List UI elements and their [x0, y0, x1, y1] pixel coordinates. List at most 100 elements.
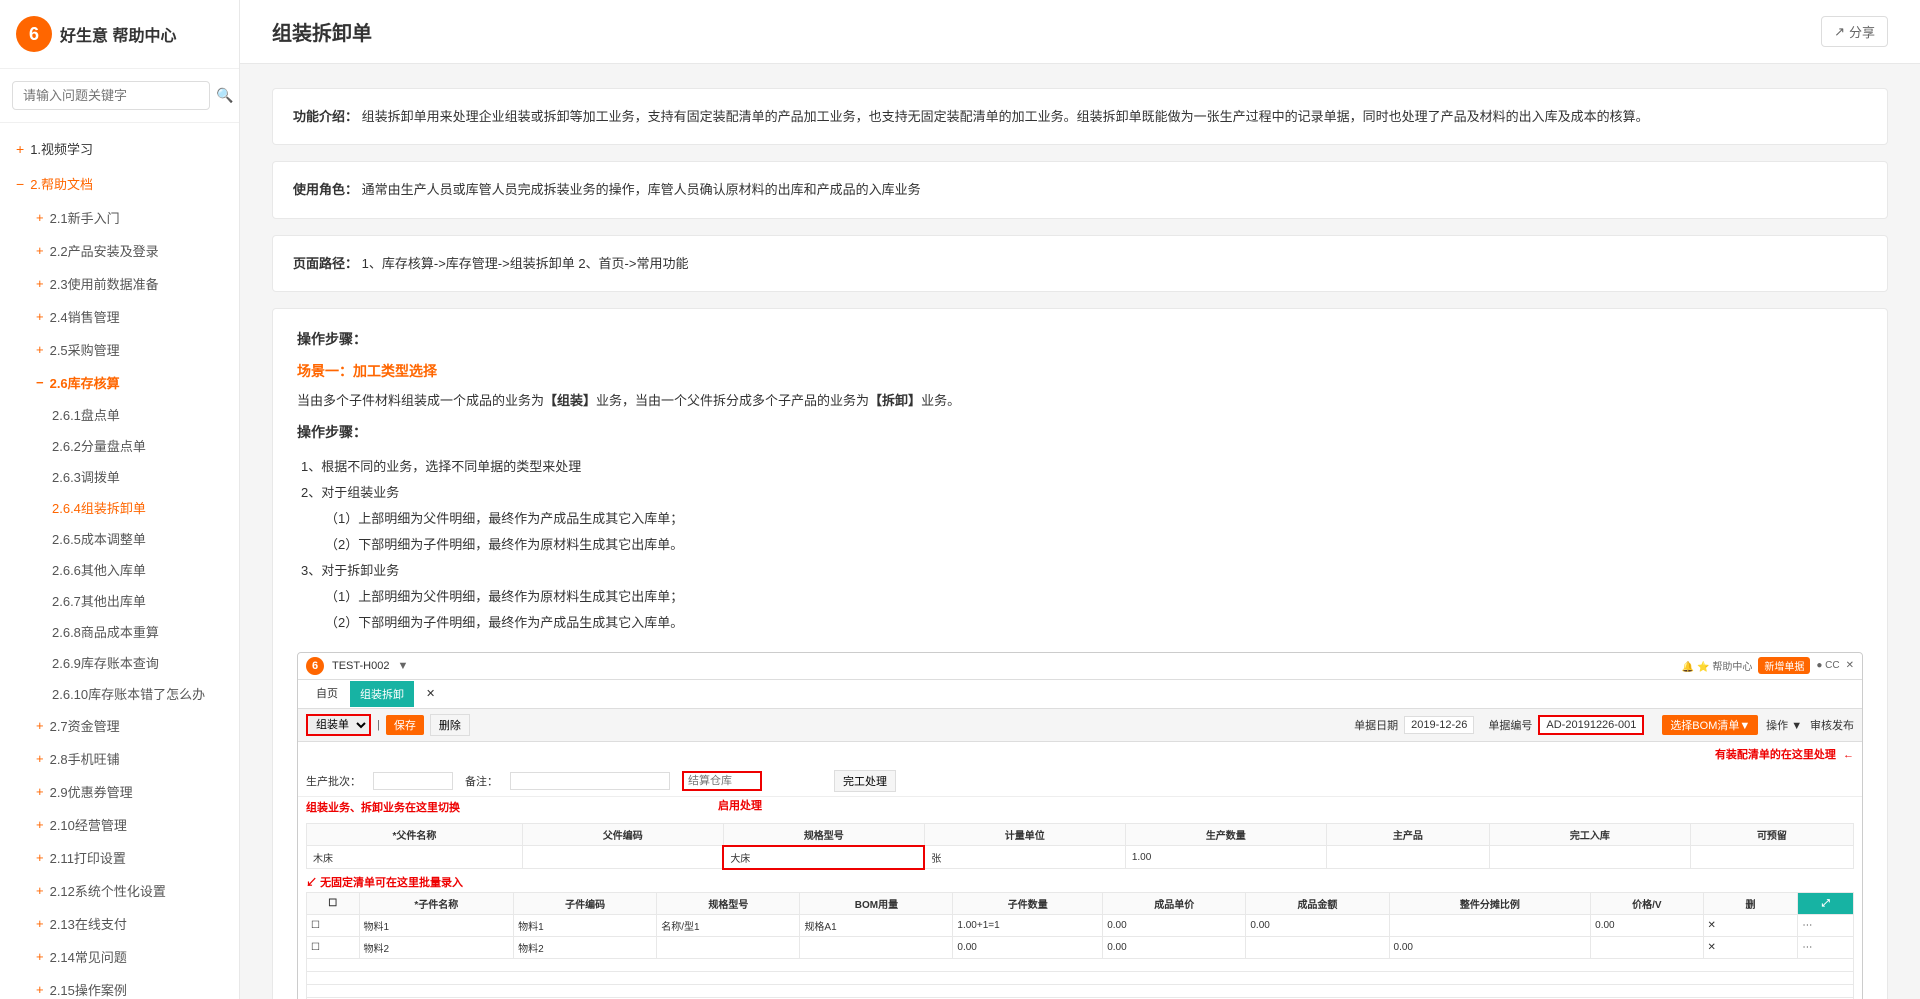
- sidebar-item-s24[interactable]: + 2.4销售管理: [20, 300, 239, 333]
- sidebar-item-videos[interactable]: + 1.视频学习: [0, 131, 239, 166]
- search-area[interactable]: 🔍: [0, 69, 239, 123]
- sidebar-item-s210[interactable]: + 2.10经营管理: [20, 808, 239, 841]
- nav-tab-close[interactable]: ✕: [416, 682, 445, 705]
- scenario1-title: 场景一：加工类型选择: [297, 361, 1863, 381]
- search-icon[interactable]: 🔍: [216, 87, 233, 104]
- sidebar-item-s2610[interactable]: 2.6.10库存账本错了怎么办: [36, 678, 239, 709]
- app-new-btn[interactable]: 新增单据: [1758, 657, 1810, 674]
- path-text: 1、库存核算->库存管理->组装拆卸单 2、首页->常用功能: [362, 256, 689, 271]
- td-child-qty-1[interactable]: 1.00+1=1: [953, 914, 1103, 936]
- sidebar-item-s25-label: 2.5采购管理: [50, 340, 120, 359]
- th-child-name: *子件名称: [359, 892, 514, 914]
- td-parent-name[interactable]: 木床: [307, 846, 523, 869]
- plus-icon: +: [16, 141, 24, 157]
- step3-sub2: （2）下部明细为子件明细，最终作为产成品生成其它入库单。: [301, 610, 1863, 636]
- sidebar-item-s22[interactable]: + 2.2产品安装及登录: [20, 234, 239, 267]
- td-parent-qty[interactable]: 1.00: [1125, 846, 1326, 869]
- sidebar-item-s23[interactable]: + 2.3使用前数据准备: [20, 267, 239, 300]
- toolbar-save-btn[interactable]: 保存: [386, 715, 424, 735]
- func-intro-text: 组装拆卸单用来处理企业组装或拆卸等加工业务，支持有固定装配清单的产品加工业务，也…: [362, 109, 1649, 124]
- main-area: 组装拆卸单 ↗ 分享 功能介绍： 组装拆卸单用来处理企业组装或拆卸等加工业务，支…: [240, 0, 1920, 999]
- sidebar-item-s211[interactable]: + 2.11打印设置: [20, 841, 239, 874]
- table-row: [307, 984, 1854, 997]
- form-no-val[interactable]: AD-20191226-001: [1538, 715, 1644, 735]
- sidebar-item-s265[interactable]: 2.6.5成本调整单: [36, 523, 239, 554]
- th-child-expand[interactable]: ⤢: [1798, 892, 1854, 914]
- table-row: ☐ 物料1 物料1 名称/型1 规格A1 1.00+1=1 0.00 0.00 …: [307, 914, 1854, 936]
- docs-sub-items: + 2.1新手入门 + 2.2产品安装及登录 + 2.3使用前数据准备 + 2.…: [0, 201, 239, 999]
- sidebar-item-s21[interactable]: + 2.1新手入门: [20, 201, 239, 234]
- sidebar-item-s26[interactable]: − 2.6库存核算: [20, 366, 239, 399]
- warehouse-input[interactable]: [682, 771, 762, 791]
- search-input[interactable]: [12, 81, 210, 110]
- complete-btn[interactable]: 完工处理: [834, 770, 896, 792]
- sidebar-item-s215[interactable]: + 2.15操作案例: [20, 973, 239, 999]
- sidebar-item-s214[interactable]: + 2.14常见问题: [20, 940, 239, 973]
- screenshot-container: 6 TEST-H002 ▼ 🔔 ⭐ 帮助中心 新增单据 ● CC ✕ 自页 组装…: [297, 652, 1863, 999]
- inline-bold-2: 【拆卸】: [869, 393, 921, 408]
- logo-text: 好生意 帮助中心: [60, 22, 176, 46]
- td-child-del-1[interactable]: ✕: [1703, 914, 1798, 936]
- share-button[interactable]: ↗ 分享: [1821, 16, 1888, 47]
- th-parent-main: 主产品: [1326, 823, 1489, 846]
- action-btn[interactable]: 操作 ▼: [1766, 720, 1802, 732]
- minus-icon: −: [16, 176, 24, 192]
- sidebar-item-s263[interactable]: 2.6.3调拨单: [36, 461, 239, 492]
- sidebar-item-s25[interactable]: + 2.5采购管理: [20, 333, 239, 366]
- sidebar-item-s269[interactable]: 2.6.9库存账本查询: [36, 647, 239, 678]
- nav-tab-assembly[interactable]: 组装拆卸: [350, 681, 414, 707]
- sidebar-item-s267[interactable]: 2.6.7其他出库单: [36, 585, 239, 616]
- plus-icon: +: [36, 276, 44, 291]
- sidebar-item-s215-label: 2.15操作案例: [50, 980, 127, 999]
- th-child-allot: 整件分摊比例: [1389, 892, 1591, 914]
- memo-input[interactable]: [510, 772, 670, 790]
- sidebar-item-s213[interactable]: + 2.13在线支付: [20, 907, 239, 940]
- sidebar-item-docs-label: 2.帮助文档: [30, 174, 93, 193]
- annotation4-row: ↙ 无固定清单可在这里批量录入: [298, 874, 1862, 892]
- td-parent-spec[interactable]: 大床: [723, 846, 924, 869]
- type-select[interactable]: 组装单 拆卸单: [306, 714, 371, 736]
- sidebar-item-s28[interactable]: + 2.8手机旺铺: [20, 742, 239, 775]
- approve-btn[interactable]: 审核发布: [1810, 720, 1854, 732]
- annotation1-row: 有装配清单的在这里处理 ←: [298, 742, 1862, 766]
- td-child-select-1[interactable]: ☐: [307, 914, 360, 936]
- batch-input[interactable]: [373, 772, 453, 790]
- sidebar-item-s261[interactable]: 2.6.1盘点单: [36, 399, 239, 430]
- plus-icon: +: [36, 784, 44, 799]
- plus-icon: +: [36, 210, 44, 225]
- app-dropdown-icon[interactable]: ▼: [397, 660, 408, 672]
- sidebar-item-docs[interactable]: − 2.帮助文档: [0, 166, 239, 201]
- sidebar-item-s264[interactable]: 2.6.4组装拆卸单: [36, 492, 239, 523]
- table-row: [307, 971, 1854, 984]
- sidebar-item-s28-label: 2.8手机旺铺: [50, 749, 120, 768]
- app-titlebar-text: TEST-H002: [332, 660, 389, 672]
- role-label: 使用角色：: [293, 182, 358, 197]
- td-child-name-1: 物料1: [359, 914, 514, 936]
- sidebar-item-s213-label: 2.13在线支付: [50, 914, 127, 933]
- nav-tab-home[interactable]: 自页: [306, 680, 348, 708]
- sidebar-item-s212[interactable]: + 2.12系统个性化设置: [20, 874, 239, 907]
- table-row: ☐ 物料2 物料2 0.00 0.00 0.00 ✕: [307, 936, 1854, 958]
- sidebar-item-s27[interactable]: + 2.7资金管理: [20, 709, 239, 742]
- form-fields-row: 生产批次： 备注： 启用处理 完工处理: [298, 766, 1862, 797]
- sidebar-item-s268[interactable]: 2.6.8商品成本重算: [36, 616, 239, 647]
- toolbar-delete-btn[interactable]: 删除: [430, 714, 470, 736]
- th-parent-spec: 规格型号: [723, 823, 924, 846]
- sidebar-item-s266[interactable]: 2.6.6其他入库单: [36, 554, 239, 585]
- form-date-val[interactable]: 2019-12-26: [1404, 716, 1474, 734]
- step3: 3、对于拆卸业务: [301, 558, 1863, 584]
- annotation1-text: 有装配清单的在这里处理: [1715, 749, 1836, 761]
- step1: 1、根据不同的业务，选择不同单据的类型来处理: [301, 454, 1863, 480]
- step2-sub2: （2）下部明细为子件明细，最终作为原材料生成其它出库单。: [301, 532, 1863, 558]
- plus-icon: +: [36, 982, 44, 997]
- plus-icon: +: [36, 817, 44, 832]
- sidebar-item-s262[interactable]: 2.6.2分量盘点单: [36, 430, 239, 461]
- step2: 2、对于组装业务: [301, 480, 1863, 506]
- app-logo-icon: 6: [306, 657, 324, 675]
- sidebar-item-s29[interactable]: + 2.9优惠券管理: [20, 775, 239, 808]
- td-parent-instock: [1489, 846, 1690, 869]
- td-child-expand-1[interactable]: ⋯: [1798, 914, 1854, 936]
- bom-btn[interactable]: 选择BOM清单▼: [1662, 715, 1758, 735]
- sidebar-item-s26-label: 2.6库存核算: [50, 373, 120, 392]
- app-close-icon[interactable]: ✕: [1846, 660, 1854, 671]
